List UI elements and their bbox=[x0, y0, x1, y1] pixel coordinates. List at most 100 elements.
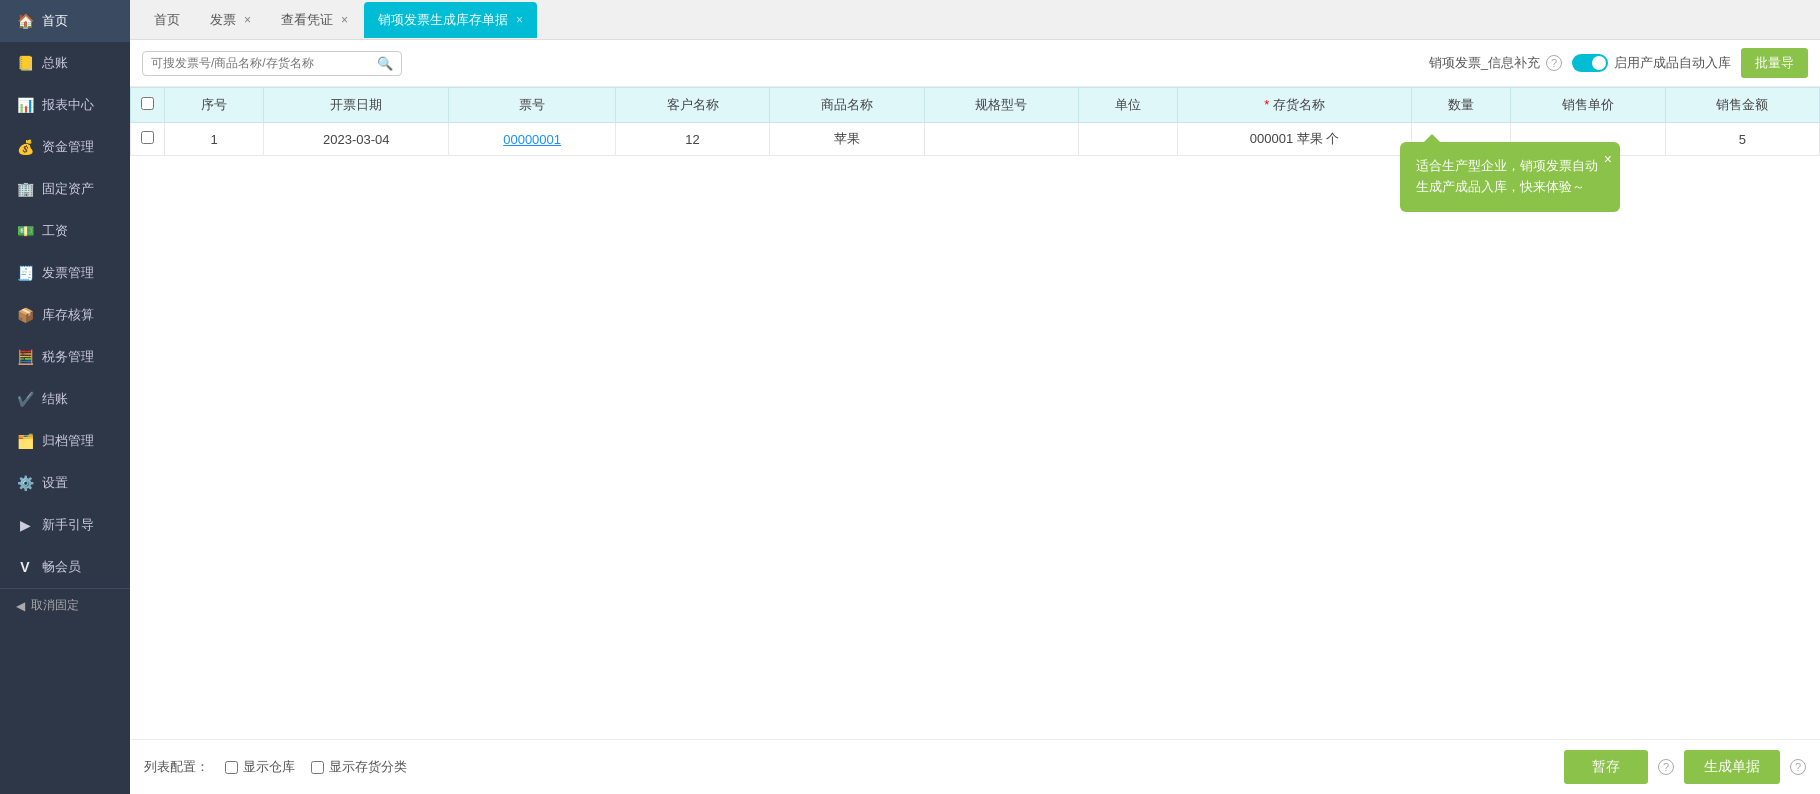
show-warehouse-checkbox[interactable] bbox=[225, 761, 238, 774]
home-icon: 🏠 bbox=[16, 13, 34, 29]
fixed-assets-icon: 🏢 bbox=[16, 181, 34, 197]
toggle-label: 启用产成品自动入库 bbox=[1614, 54, 1731, 72]
tab-invoice-label: 发票 bbox=[210, 11, 236, 29]
sidebar-item-fixed-assets[interactable]: 🏢 固定资产 bbox=[0, 168, 130, 210]
sidebar-item-archive[interactable]: 🗂️ 归档管理 bbox=[0, 420, 130, 462]
sidebar-pin-button[interactable]: ◀ 取消固定 bbox=[0, 588, 130, 622]
tab-voucher-label: 查看凭证 bbox=[281, 11, 333, 29]
th-seq: 序号 bbox=[165, 88, 264, 123]
batch-button[interactable]: 批量导 bbox=[1741, 48, 1808, 78]
sidebar: 🏠 首页 📒 总账 📊 报表中心 💰 资金管理 🏢 固定资产 💵 工资 🧾 发票… bbox=[0, 0, 130, 794]
generate-info-icon[interactable]: ? bbox=[1790, 759, 1806, 775]
show-category-checkbox[interactable] bbox=[311, 761, 324, 774]
sidebar-item-label: 资金管理 bbox=[42, 138, 94, 156]
pin-label: 取消固定 bbox=[31, 597, 79, 614]
sidebar-item-payroll[interactable]: 💵 工资 bbox=[0, 210, 130, 252]
search-box[interactable]: 🔍 bbox=[142, 51, 402, 76]
sidebar-item-member[interactable]: V 畅会员 bbox=[0, 546, 130, 588]
info-icon[interactable]: ? bbox=[1546, 55, 1562, 71]
toggle-knob bbox=[1592, 56, 1606, 70]
save-button[interactable]: 暂存 bbox=[1564, 750, 1648, 784]
footer: 列表配置： 显示仓库 显示存货分类 暂存 ? 生成单据 ? bbox=[130, 739, 1820, 794]
sidebar-item-tax[interactable]: 🧮 税务管理 bbox=[0, 336, 130, 378]
generate-button[interactable]: 生成单据 bbox=[1684, 750, 1780, 784]
pin-icon: ◀ bbox=[16, 599, 25, 613]
tab-home[interactable]: 首页 bbox=[140, 2, 194, 38]
sidebar-item-invoice-mgmt[interactable]: 🧾 发票管理 bbox=[0, 252, 130, 294]
sidebar-item-label: 结账 bbox=[42, 390, 68, 408]
sidebar-item-label: 设置 bbox=[42, 474, 68, 492]
sidebar-item-home[interactable]: 🏠 首页 bbox=[0, 0, 130, 42]
th-customer: 客户名称 bbox=[615, 88, 769, 123]
row-checkbox-cell bbox=[131, 123, 165, 156]
search-input[interactable] bbox=[151, 56, 371, 70]
show-warehouse-label: 显示仓库 bbox=[243, 758, 295, 776]
select-all-checkbox[interactable] bbox=[141, 97, 154, 110]
tab-active[interactable]: 销项发票生成库存单据 × bbox=[364, 2, 537, 38]
tooltip-close-button[interactable]: × bbox=[1604, 148, 1612, 170]
sidebar-item-label: 库存核算 bbox=[42, 306, 94, 324]
row-product: 苹果 bbox=[770, 123, 924, 156]
search-icon: 🔍 bbox=[377, 56, 393, 71]
tooltip-indicator bbox=[1394, 162, 1398, 192]
sidebar-item-inventory[interactable]: 📦 库存核算 bbox=[0, 294, 130, 336]
tab-voucher[interactable]: 查看凭证 × bbox=[267, 2, 362, 38]
funds-icon: 💰 bbox=[16, 139, 34, 155]
toggle-wrap: 启用产成品自动入库 bbox=[1572, 54, 1731, 72]
sidebar-item-guide[interactable]: ▶ 新手引导 bbox=[0, 504, 130, 546]
settings-icon: ⚙️ bbox=[16, 475, 34, 491]
tab-invoice-close[interactable]: × bbox=[244, 13, 251, 27]
tab-active-close[interactable]: × bbox=[516, 13, 523, 27]
sidebar-item-label: 畅会员 bbox=[42, 558, 81, 576]
row-inventory: 000001 苹果 个 bbox=[1178, 123, 1412, 156]
info-label-wrap: 销项发票_信息补充 ? bbox=[1429, 54, 1562, 72]
tax-icon: 🧮 bbox=[16, 349, 34, 365]
tooltip-bubble: × 适合生产型企业，销项发票自动生成产成品入库，快来体验～ bbox=[1400, 142, 1620, 212]
row-spec bbox=[924, 123, 1078, 156]
row-customer: 12 bbox=[615, 123, 769, 156]
show-category-label: 显示存货分类 bbox=[329, 758, 407, 776]
th-amount: 销售金额 bbox=[1665, 88, 1819, 123]
row-invoice-no[interactable]: 00000001 bbox=[449, 123, 616, 156]
inventory-icon: 📦 bbox=[16, 307, 34, 323]
sidebar-item-label: 新手引导 bbox=[42, 516, 94, 534]
tab-active-label: 销项发票生成库存单据 bbox=[378, 11, 508, 29]
row-amount: 5 bbox=[1665, 123, 1819, 156]
sidebar-item-reports[interactable]: 📊 报表中心 bbox=[0, 84, 130, 126]
sidebar-item-funds[interactable]: 💰 资金管理 bbox=[0, 126, 130, 168]
sidebar-item-label: 报表中心 bbox=[42, 96, 94, 114]
th-spec: 规格型号 bbox=[924, 88, 1078, 123]
th-checkbox bbox=[131, 88, 165, 123]
tab-voucher-close[interactable]: × bbox=[341, 13, 348, 27]
sidebar-item-label: 固定资产 bbox=[42, 180, 94, 198]
sidebar-item-settings[interactable]: ⚙️ 设置 bbox=[0, 462, 130, 504]
th-inventory: 存货名称 bbox=[1178, 88, 1412, 123]
tooltip-text: 适合生产型企业，销项发票自动生成产成品入库，快来体验～ bbox=[1416, 158, 1598, 194]
row-date: 2023-03-04 bbox=[264, 123, 449, 156]
config-label: 列表配置： bbox=[144, 758, 209, 776]
content-area: 🔍 销项发票_信息补充 ? 启用产成品自动入库 批量导 bbox=[130, 40, 1820, 794]
member-icon: V bbox=[16, 559, 34, 575]
sidebar-item-label: 总账 bbox=[42, 54, 68, 72]
archive-icon: 🗂️ bbox=[16, 433, 34, 449]
row-unit bbox=[1078, 123, 1177, 156]
sidebar-item-label: 归档管理 bbox=[42, 432, 94, 450]
sidebar-item-label: 发票管理 bbox=[42, 264, 94, 282]
sidebar-item-settlement[interactable]: ✔️ 结账 bbox=[0, 378, 130, 420]
save-info-icon[interactable]: ? bbox=[1658, 759, 1674, 775]
table-wrap: 序号 开票日期 票号 客户名称 商品名称 规格型号 单位 存货名称 数量 销售单… bbox=[130, 87, 1820, 739]
auto-warehouse-toggle[interactable] bbox=[1572, 54, 1608, 72]
sidebar-item-label: 首页 bbox=[42, 12, 68, 30]
info-text: 销项发票_信息补充 bbox=[1429, 54, 1540, 72]
sidebar-item-ledger[interactable]: 📒 总账 bbox=[0, 42, 130, 84]
row-checkbox[interactable] bbox=[141, 131, 154, 144]
show-warehouse-wrap: 显示仓库 bbox=[225, 758, 295, 776]
toolbar: 🔍 销项发票_信息补充 ? 启用产成品自动入库 批量导 bbox=[130, 40, 1820, 87]
tab-invoice[interactable]: 发票 × bbox=[196, 2, 265, 38]
tab-home-label: 首页 bbox=[154, 11, 180, 29]
th-quantity: 数量 bbox=[1411, 88, 1510, 123]
th-product: 商品名称 bbox=[770, 88, 924, 123]
payroll-icon: 💵 bbox=[16, 223, 34, 239]
reports-icon: 📊 bbox=[16, 97, 34, 113]
main-area: 首页 发票 × 查看凭证 × 销项发票生成库存单据 × 🔍 销项发票_信息补充 … bbox=[130, 0, 1820, 794]
